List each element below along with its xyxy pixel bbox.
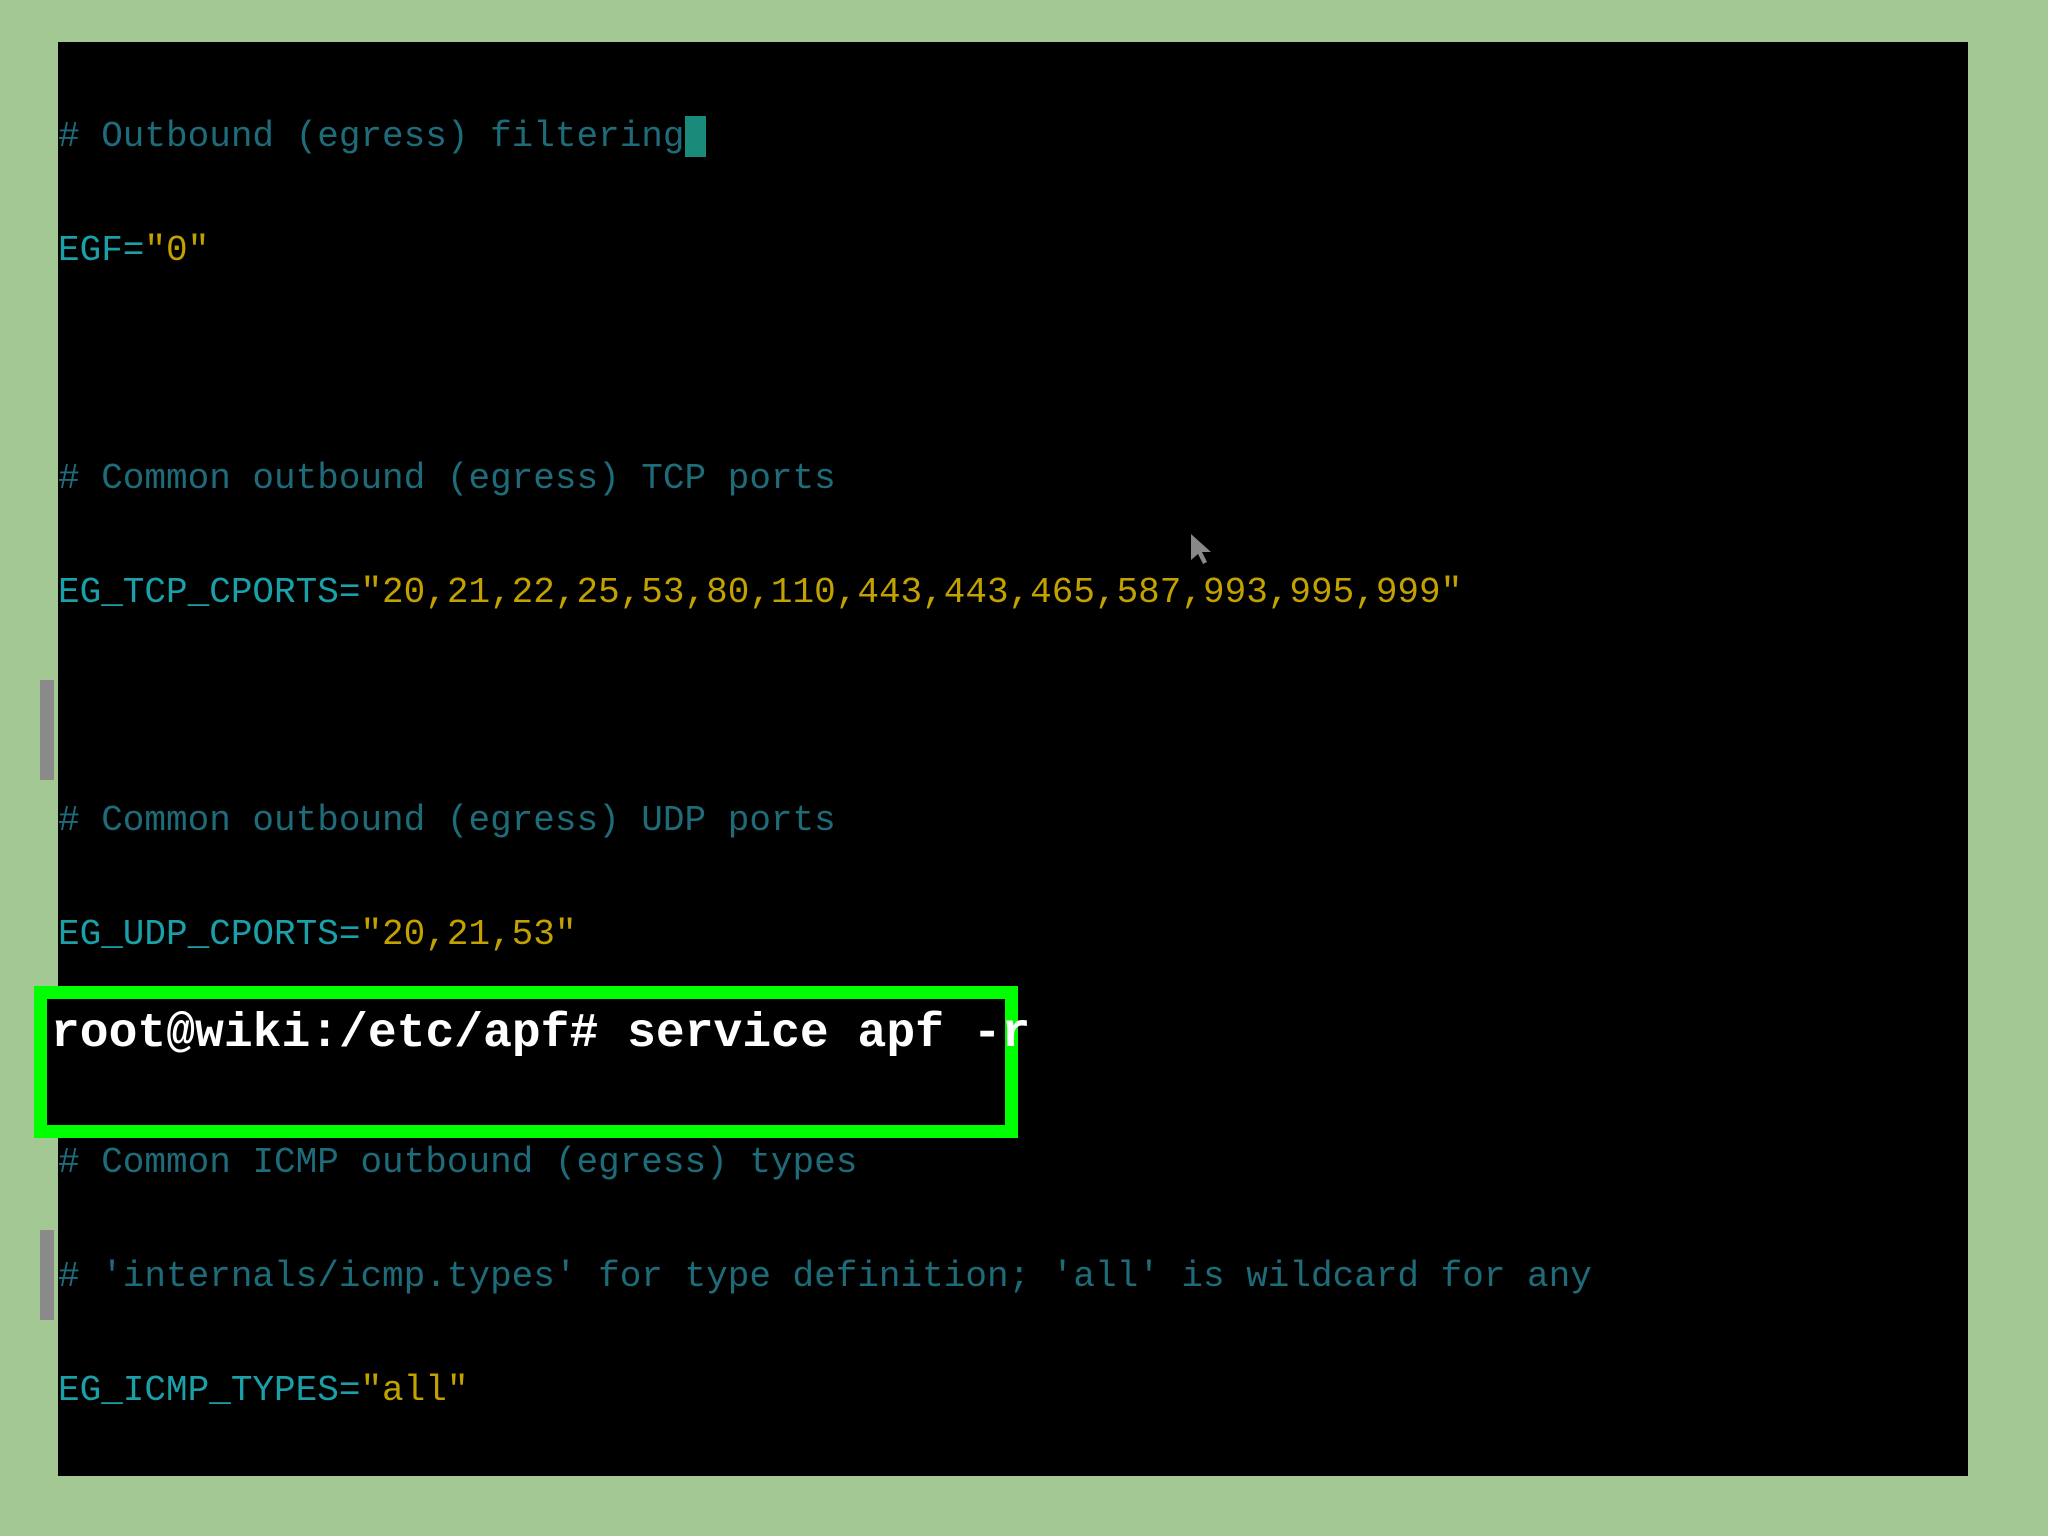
config-key: EG_UDP_CPORTS= [58, 914, 360, 955]
config-key: EG_TCP_CPORTS= [58, 572, 360, 613]
comment-line: # Common ICMP outbound (egress) types [58, 1142, 857, 1183]
command-highlight-box: root@wiki:/etc/apf# service apf -r [34, 986, 1018, 1138]
editor-cursor [685, 116, 707, 157]
config-key: EGF= [58, 230, 144, 271]
config-value: "0" [144, 230, 209, 271]
comment-line: # Common outbound (egress) UDP ports [58, 800, 836, 841]
prompt-text: root@wiki:/etc/apf# service apf -r [51, 1007, 1030, 1061]
shell-prompt[interactable]: root@wiki:/etc/apf# service apf -r [47, 999, 1005, 1069]
terminal-window[interactable]: # Outbound (egress) filtering EGF="0" # … [58, 42, 1968, 1476]
scrollbar-thumb[interactable] [40, 680, 54, 780]
config-key: EG_ICMP_TYPES= [58, 1370, 360, 1411]
scrollbar-thumb[interactable] [40, 1230, 54, 1320]
comment-line: # 'internals/icmp.types' for type defini… [58, 1256, 1592, 1297]
config-value: "all" [360, 1370, 468, 1411]
comment-line: # Common outbound (egress) TCP ports [58, 458, 836, 499]
config-value: "20,21,53" [360, 914, 576, 955]
config-value: "20,21,22,25,53,80,110,443,443,465,587,9… [360, 572, 1462, 613]
comment-line: # Outbound (egress) filtering [58, 116, 685, 157]
